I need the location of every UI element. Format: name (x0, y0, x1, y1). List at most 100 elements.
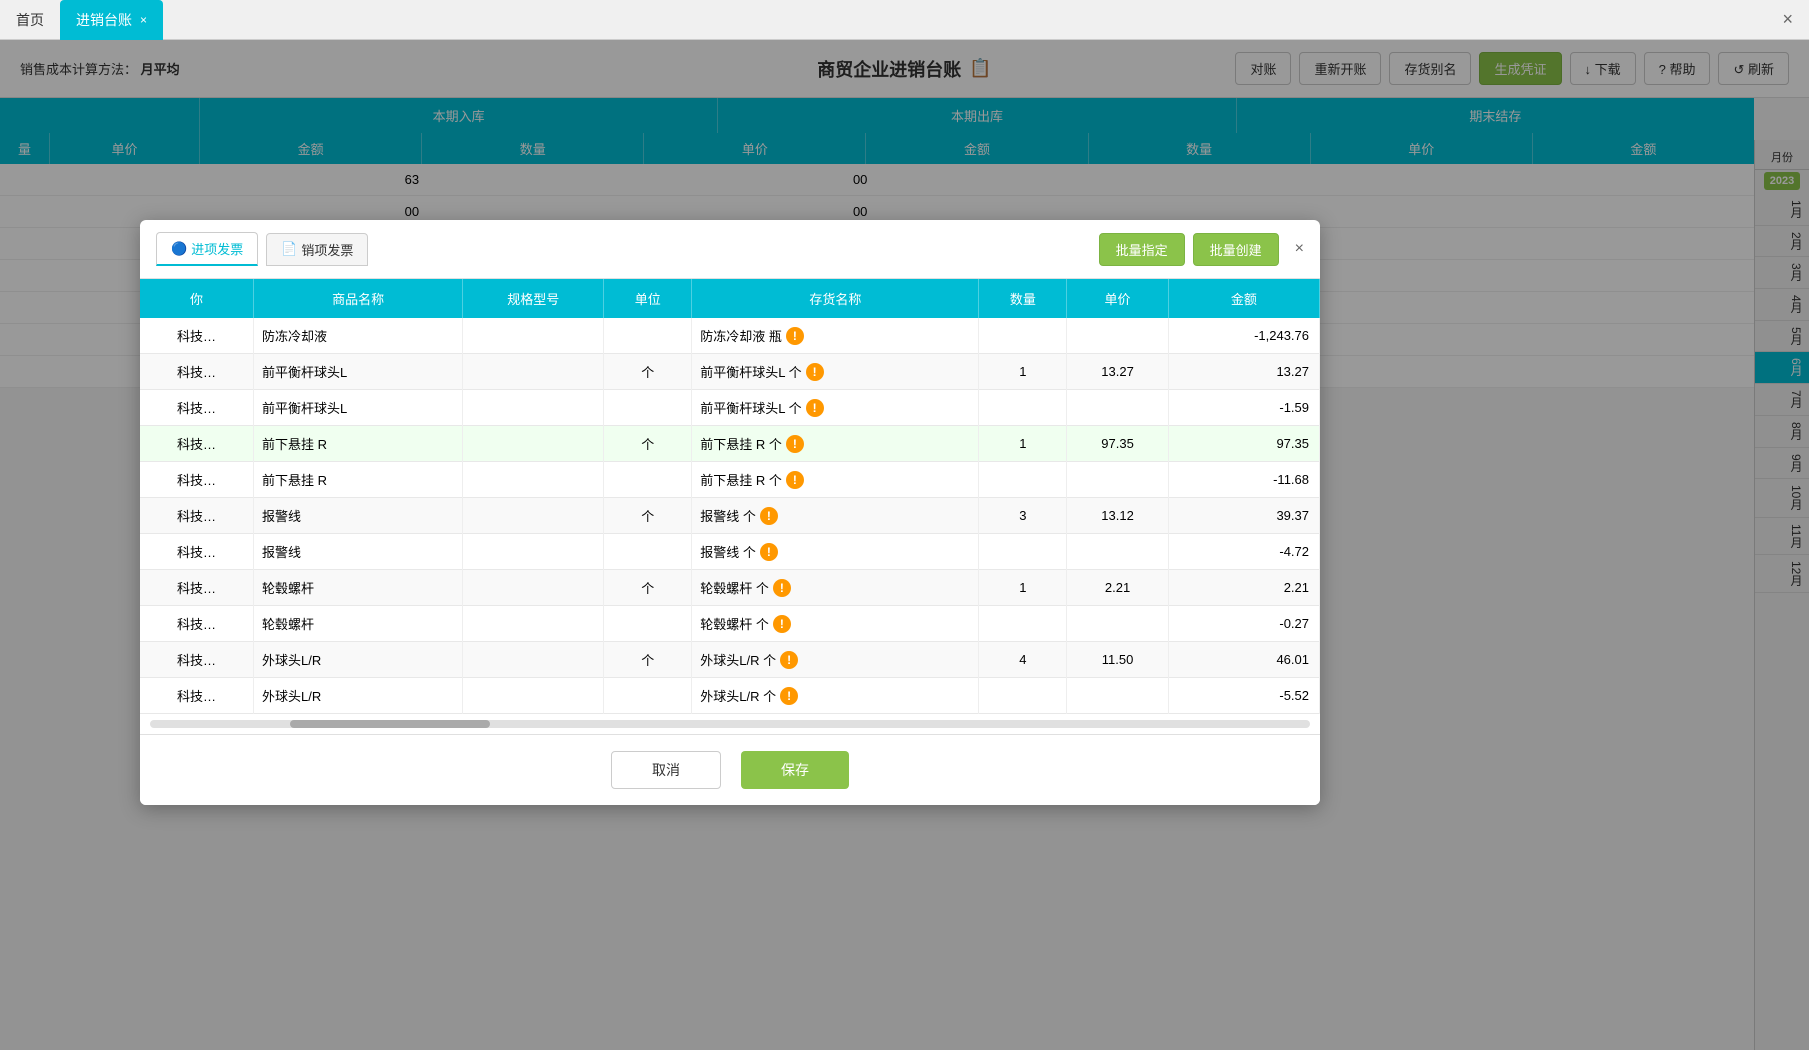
table-cell: 前平衡杆球头L 个 ! (692, 390, 979, 426)
table-cell: 报警线 (254, 498, 463, 534)
table-row: 科技…轮毂螺杆个轮毂螺杆 个 !12.212.21 (140, 570, 1320, 606)
table-cell: -1,243.76 (1168, 318, 1319, 354)
table-cell: 13.12 (1067, 498, 1168, 534)
cancel-button[interactable]: 取消 (611, 751, 721, 789)
table-cell: 前平衡杆球头L (254, 354, 463, 390)
horizontal-scrollbar[interactable] (140, 714, 1320, 734)
table-cell: 外球头L/R (254, 642, 463, 678)
tab-ledger-label: 进销台账 (76, 10, 132, 30)
table-row: 科技…前下悬挂 R前下悬挂 R 个 !-11.68 (140, 462, 1320, 498)
table-cell: 科技… (140, 678, 254, 714)
table-cell: 1 (979, 354, 1067, 390)
table-cell: 2.21 (1067, 570, 1168, 606)
table-cell: 2.21 (1168, 570, 1319, 606)
main-area: 销售成本计算方法： 月平均 商贸企业进销台账 📋 对账 重新开账 存货别名 生成… (0, 40, 1809, 1050)
warning-icon: ! (773, 579, 791, 597)
table-cell (463, 354, 604, 390)
table-cell: 前下悬挂 R 个 ! (692, 426, 979, 462)
tab-outgoing-invoice[interactable]: 📄 销项发票 (266, 233, 368, 266)
table-cell: 1 (979, 426, 1067, 462)
table-cell: 前平衡杆球头L 个 ! (692, 354, 979, 390)
table-cell: 科技… (140, 534, 254, 570)
table-cell: 报警线 (254, 534, 463, 570)
col-header-quantity: 数量 (979, 279, 1067, 318)
table-cell: 科技… (140, 354, 254, 390)
table-cell (979, 678, 1067, 714)
table-row: 科技…前平衡杆球头L前平衡杆球头L 个 !-1.59 (140, 390, 1320, 426)
table-row: 科技…外球头L/R个外球头L/R 个 !411.5046.01 (140, 642, 1320, 678)
modal-body: 你 商品名称 规格型号 单位 存货名称 数量 单价 金额 科技…防冻冷却液防冻冷… (140, 279, 1320, 734)
table-cell: 外球头L/R (254, 678, 463, 714)
table-cell: 13.27 (1168, 354, 1319, 390)
warning-icon: ! (786, 327, 804, 345)
warning-icon: ! (786, 435, 804, 453)
modal-close-icon[interactable]: × (1295, 240, 1304, 258)
table-cell: 轮毂螺杆 个 ! (692, 570, 979, 606)
invoice-table: 你 商品名称 规格型号 单位 存货名称 数量 单价 金额 科技…防冻冷却液防冻冷… (140, 279, 1320, 714)
table-cell: 11.50 (1067, 642, 1168, 678)
table-cell (604, 318, 692, 354)
tab-ledger-close[interactable]: × (140, 13, 147, 27)
tab-incoming-invoice[interactable]: 🔵 进项发票 (156, 232, 258, 266)
table-cell: 个 (604, 498, 692, 534)
table-row: 科技…防冻冷却液防冻冷却液 瓶 !-1,243.76 (140, 318, 1320, 354)
warning-icon: ! (806, 399, 824, 417)
warning-icon: ! (786, 471, 804, 489)
save-button[interactable]: 保存 (741, 751, 849, 789)
table-row: 科技…报警线 报警线 个 ! -4.72 (140, 534, 1320, 570)
table-cell: 13.27 (1067, 354, 1168, 390)
table-cell (463, 462, 604, 498)
outgoing-invoice-label: 销项发票 (301, 240, 353, 259)
table-cell (979, 390, 1067, 426)
table-cell: 前下悬挂 R (254, 462, 463, 498)
table-cell: 科技… (140, 606, 254, 642)
warning-icon: ! (806, 363, 824, 381)
table-cell (463, 498, 604, 534)
tab-ledger[interactable]: 进销台账 × (60, 0, 163, 40)
table-cell: 报警线 个 ! (692, 534, 979, 570)
table-cell (463, 390, 604, 426)
warning-icon: ! (773, 615, 791, 633)
table-cell: -1.59 (1168, 390, 1319, 426)
outgoing-invoice-icon: 📄 (281, 241, 297, 257)
table-cell (1067, 318, 1168, 354)
table-cell: 报警线 个 ! (692, 498, 979, 534)
table-cell: -4.72 (1168, 534, 1319, 570)
table-cell: -11.68 (1168, 462, 1319, 498)
table-cell: 个 (604, 642, 692, 678)
batch-create-button[interactable]: 批量创建 (1193, 233, 1279, 266)
table-cell (463, 570, 604, 606)
table-cell: -0.27 (1168, 606, 1319, 642)
table-cell: 个 (604, 354, 692, 390)
table-cell: 防冻冷却液 (254, 318, 463, 354)
tab-home[interactable]: 首页 (0, 0, 60, 40)
table-cell (979, 318, 1067, 354)
table-cell (463, 606, 604, 642)
window-close-icon[interactable]: × (1782, 9, 1793, 30)
table-cell (979, 462, 1067, 498)
col-header-unit: 单位 (604, 279, 692, 318)
table-cell (463, 678, 604, 714)
modal-header: 🔵 进项发票 📄 销项发票 批量指定 批量创建 × (140, 220, 1320, 279)
table-cell: 个 (604, 426, 692, 462)
warning-icon: ! (780, 687, 798, 705)
table-cell (1067, 390, 1168, 426)
warning-icon: ! (760, 507, 778, 525)
table-cell: 防冻冷却液 瓶 ! (692, 318, 979, 354)
table-cell: -5.52 (1168, 678, 1319, 714)
table-cell (604, 606, 692, 642)
modal-footer: 取消 保存 (140, 734, 1320, 805)
table-cell (463, 534, 604, 570)
batch-assign-button[interactable]: 批量指定 (1099, 233, 1185, 266)
col-header-spec: 规格型号 (463, 279, 604, 318)
table-cell (1067, 534, 1168, 570)
table-row: 科技…前平衡杆球头L个前平衡杆球头L 个 !113.2713.27 (140, 354, 1320, 390)
incoming-invoice-label: 进项发票 (191, 239, 243, 258)
col-header-inventory-name: 存货名称 (692, 279, 979, 318)
modal-dialog: 🔵 进项发票 📄 销项发票 批量指定 批量创建 × 你 商品名称 规格型号 (140, 220, 1320, 805)
table-cell: 个 (604, 570, 692, 606)
table-cell: 1 (979, 570, 1067, 606)
table-cell: 科技… (140, 642, 254, 678)
table-cell: 39.37 (1168, 498, 1319, 534)
modal-actions: 批量指定 批量创建 (1099, 233, 1279, 266)
